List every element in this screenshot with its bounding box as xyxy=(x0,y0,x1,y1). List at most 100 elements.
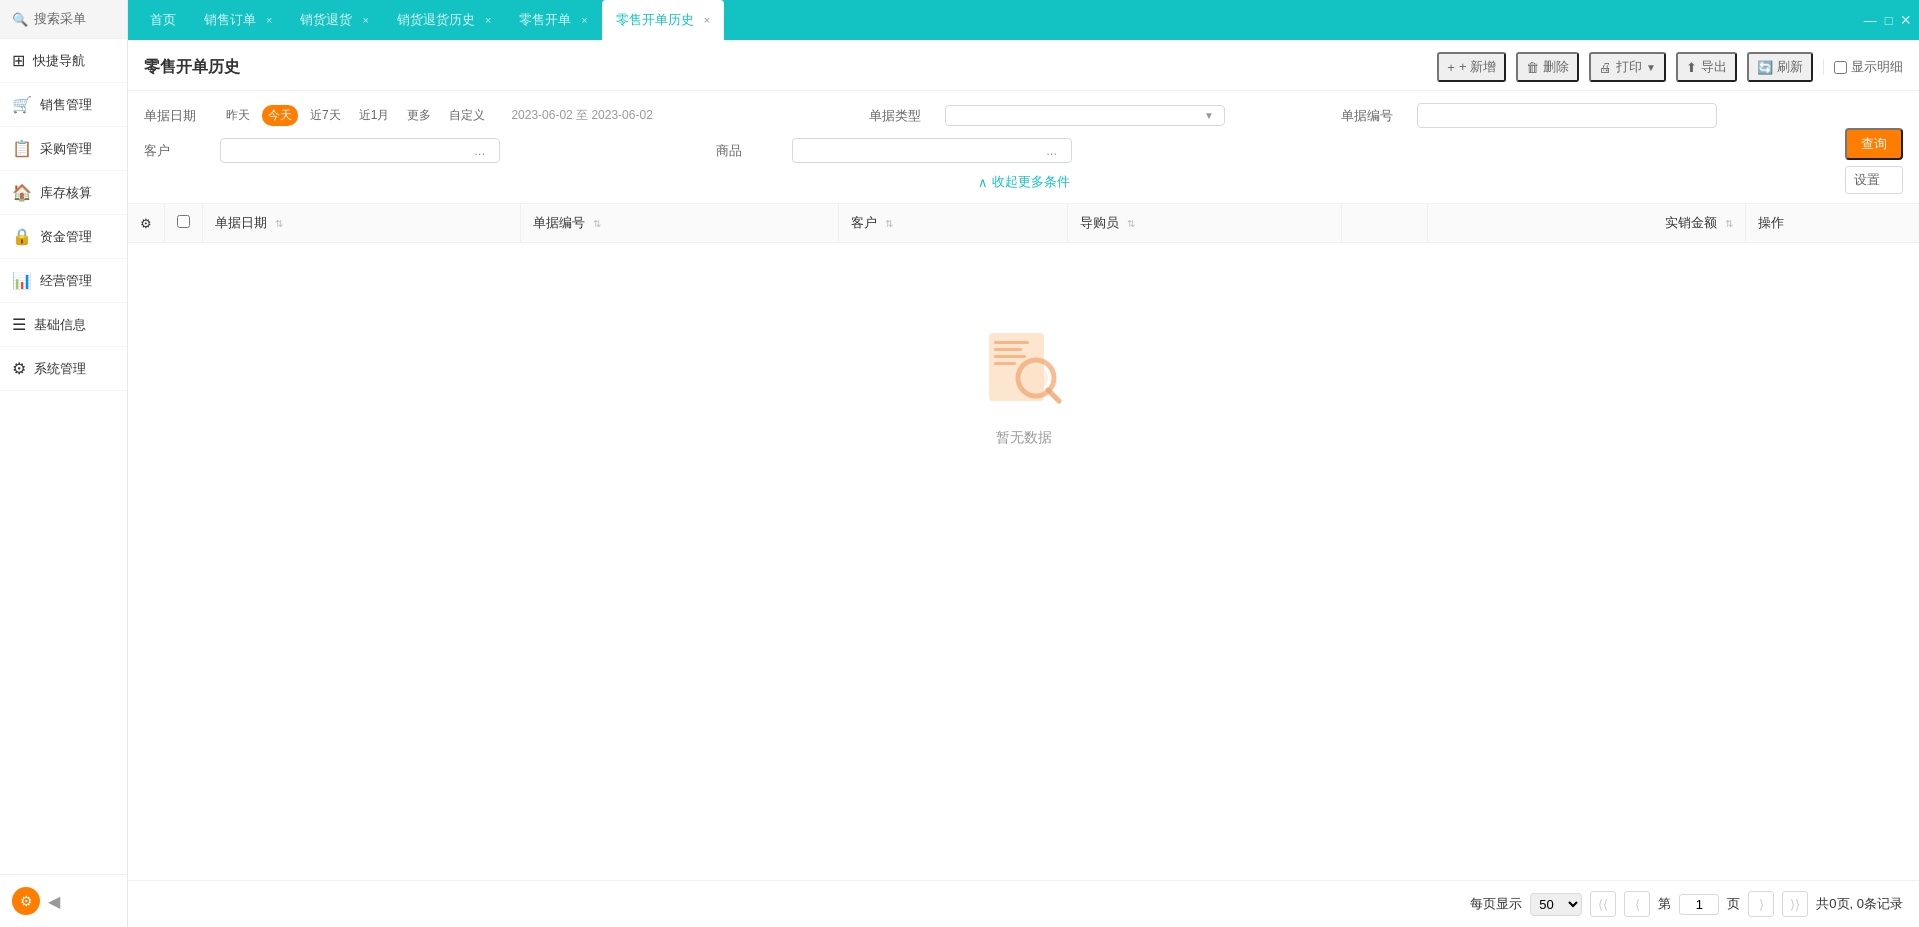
customer-dots-icon[interactable]: ... xyxy=(470,143,489,158)
date-option-more[interactable]: 更多 xyxy=(401,105,437,126)
table-area: ⚙ 单据日期 ⇅ 单据编号 ⇅ 客户 xyxy=(128,204,1919,880)
svg-rect-1 xyxy=(994,341,1029,344)
tab-retail-open[interactable]: 零售开单× xyxy=(505,0,601,40)
date-option-last7[interactable]: 近7天 xyxy=(304,105,347,126)
sidebar-search-label: 搜索采单 xyxy=(34,10,86,28)
page-content: 零售开单历史 + + 新增 🗑 删除 🖨 打印 ▼ ⬆ 导出 xyxy=(128,40,1919,927)
sidebar-item-inventory[interactable]: 🏠 库存核算 xyxy=(0,171,127,215)
svg-rect-3 xyxy=(994,355,1026,358)
svg-line-7 xyxy=(1048,390,1059,401)
table-col-guide[interactable]: 导购员 ⇅ xyxy=(1068,204,1342,243)
table-col-settings[interactable]: ⚙ xyxy=(128,204,165,243)
print-button[interactable]: 🖨 打印 ▼ xyxy=(1589,52,1666,82)
tab-home[interactable]: 首页 xyxy=(136,0,190,40)
print-icon: 🖨 xyxy=(1599,60,1612,75)
product-input[interactable]: ... xyxy=(792,138,1072,163)
tab-sales-return[interactable]: 销货退货 × xyxy=(286,0,382,40)
export-button[interactable]: ⬆ 导出 xyxy=(1676,52,1737,82)
tab-sales-return-history[interactable]: 销货退货历史 × xyxy=(383,0,505,40)
collapse-filter-button[interactable]: ∧ 收起更多条件 xyxy=(144,173,1903,191)
table-body: 暂无数据 xyxy=(128,243,1919,528)
tab-label-sales-return-history: 销货退货历史 xyxy=(397,11,475,29)
sidebar: 🔍 搜索采单 ⊞ 快捷导航 🛒 销售管理 📋 采购管理 🏠 库存核算 🔒 资金管… xyxy=(0,0,128,927)
date-option-custom[interactable]: 自定义 xyxy=(443,105,491,126)
empty-svg-icon xyxy=(974,323,1074,413)
table-col-checkbox[interactable] xyxy=(165,204,203,243)
table-col-date[interactable]: 单据日期 ⇅ xyxy=(203,204,521,243)
tab-label-sales-return: 销货退货 xyxy=(300,11,352,29)
collapse-sidebar-button[interactable]: ◀ xyxy=(48,892,60,911)
display-detail-checkbox[interactable] xyxy=(1834,61,1847,74)
sidebar-icon-sys-mgmt: ⚙ xyxy=(12,359,26,378)
tab-close-retail-open-history[interactable]: × xyxy=(704,14,710,26)
sidebar-icon-finance: 🔒 xyxy=(12,227,32,246)
display-detail-label: 显示明细 xyxy=(1851,58,1903,76)
last-page-button[interactable]: ⟩⟩ xyxy=(1782,891,1808,917)
per-page-label: 每页显示 xyxy=(1470,895,1522,913)
date-filter-label: 单据日期 xyxy=(144,107,204,125)
col-amount-sort-icon: ⇅ xyxy=(1725,218,1733,229)
sidebar-item-finance[interactable]: 🔒 资金管理 xyxy=(0,215,127,259)
sidebar-search[interactable]: 🔍 搜索采单 xyxy=(0,0,127,39)
sidebar-label-inventory: 库存核算 xyxy=(40,184,92,202)
table-header-row: ⚙ 单据日期 ⇅ 单据编号 ⇅ 客户 xyxy=(128,204,1919,243)
sidebar-item-sys-mgmt[interactable]: ⚙ 系统管理 xyxy=(0,347,127,391)
data-table: ⚙ 单据日期 ⇅ 单据编号 ⇅ 客户 xyxy=(128,204,1919,527)
delete-label: 删除 xyxy=(1543,58,1569,76)
print-dropdown-icon: ▼ xyxy=(1646,62,1656,73)
tab-close-sales-order[interactable]: × xyxy=(266,14,272,26)
bill-no-input[interactable] xyxy=(1417,103,1717,128)
restore-button[interactable]: □ xyxy=(1885,13,1893,28)
close-button[interactable]: × xyxy=(1900,10,1911,31)
sidebar-item-basic-info[interactable]: ☰ 基础信息 xyxy=(0,303,127,347)
empty-state: 暂无数据 xyxy=(128,243,1919,527)
filter-row-1: 单据日期 昨天 今天 近7天 近1月 更多 自定义 2023-06-02 至 2… xyxy=(144,103,1903,128)
tab-sales-order[interactable]: 销售订单× xyxy=(190,0,286,40)
bill-no-label: 单据编号 xyxy=(1341,107,1401,125)
product-filter-label: 商品 xyxy=(716,142,776,160)
date-option-yesterday[interactable]: 昨天 xyxy=(220,105,256,126)
tab-label-home: 首页 xyxy=(150,11,176,29)
sidebar-item-purchase-mgmt[interactable]: 📋 采购管理 xyxy=(0,127,127,171)
col-date-sort-icon: ⇅ xyxy=(275,218,283,229)
prev-page-button[interactable]: ⟨ xyxy=(1624,891,1650,917)
bill-type-select[interactable]: ▼ xyxy=(945,105,1225,126)
empty-state-row: 暂无数据 xyxy=(128,243,1919,528)
sidebar-item-operations[interactable]: 📊 经营管理 xyxy=(0,259,127,303)
sidebar-item-sales-mgmt[interactable]: 🛒 销售管理 xyxy=(0,83,127,127)
refresh-button[interactable]: 🔄 刷新 xyxy=(1747,52,1813,82)
filter-settings-button[interactable]: 设置 xyxy=(1845,166,1903,194)
table-col-customer[interactable]: 客户 ⇅ xyxy=(839,204,1068,243)
tab-close-retail-open[interactable]: × xyxy=(581,14,587,26)
select-all-checkbox[interactable] xyxy=(177,215,190,228)
display-detail-checkbox-wrapper[interactable]: 显示明细 xyxy=(1834,58,1903,76)
add-button[interactable]: + + 新增 xyxy=(1437,52,1506,82)
col-date-label: 单据日期 xyxy=(215,215,267,230)
query-button[interactable]: 查询 xyxy=(1845,128,1903,160)
tab-close-sales-return-history[interactable]: × xyxy=(485,14,491,26)
sidebar-item-quick-nav[interactable]: ⊞ 快捷导航 xyxy=(0,39,127,83)
delete-button[interactable]: 🗑 删除 xyxy=(1516,52,1579,82)
refresh-label: 刷新 xyxy=(1777,58,1803,76)
settings-button[interactable]: ⚙ xyxy=(12,887,40,915)
col-customer-label: 客户 xyxy=(851,215,877,230)
sidebar-bottom: ⚙ ◀ xyxy=(0,874,127,927)
date-option-last1m[interactable]: 近1月 xyxy=(353,105,396,126)
table-col-no[interactable]: 单据编号 ⇅ xyxy=(521,204,839,243)
product-dots-icon[interactable]: ... xyxy=(1042,143,1061,158)
customer-input[interactable]: ... xyxy=(220,138,500,163)
per-page-select[interactable]: 50 10 20 100 xyxy=(1530,893,1582,916)
filter-row-2: 客户 ... 商品 ... xyxy=(144,138,1903,163)
sidebar-icon-basic-info: ☰ xyxy=(12,315,26,334)
date-option-today[interactable]: 今天 xyxy=(262,105,298,126)
next-page-button[interactable]: ⟩ xyxy=(1748,891,1774,917)
minimize-button[interactable]: — xyxy=(1864,13,1877,28)
first-page-button[interactable]: ⟨⟨ xyxy=(1590,891,1616,917)
page-number-input[interactable] xyxy=(1679,894,1719,915)
total-info: 共0页, 0条记录 xyxy=(1816,895,1903,913)
collapse-sidebar-icon: ◀ xyxy=(48,893,60,910)
tab-retail-open-history[interactable]: 零售开单历史× xyxy=(602,0,724,40)
table-col-amount[interactable]: 实销金额 ⇅ xyxy=(1427,204,1745,243)
tab-close-sales-return[interactable]: × xyxy=(362,14,368,26)
table-header: ⚙ 单据日期 ⇅ 单据编号 ⇅ 客户 xyxy=(128,204,1919,243)
